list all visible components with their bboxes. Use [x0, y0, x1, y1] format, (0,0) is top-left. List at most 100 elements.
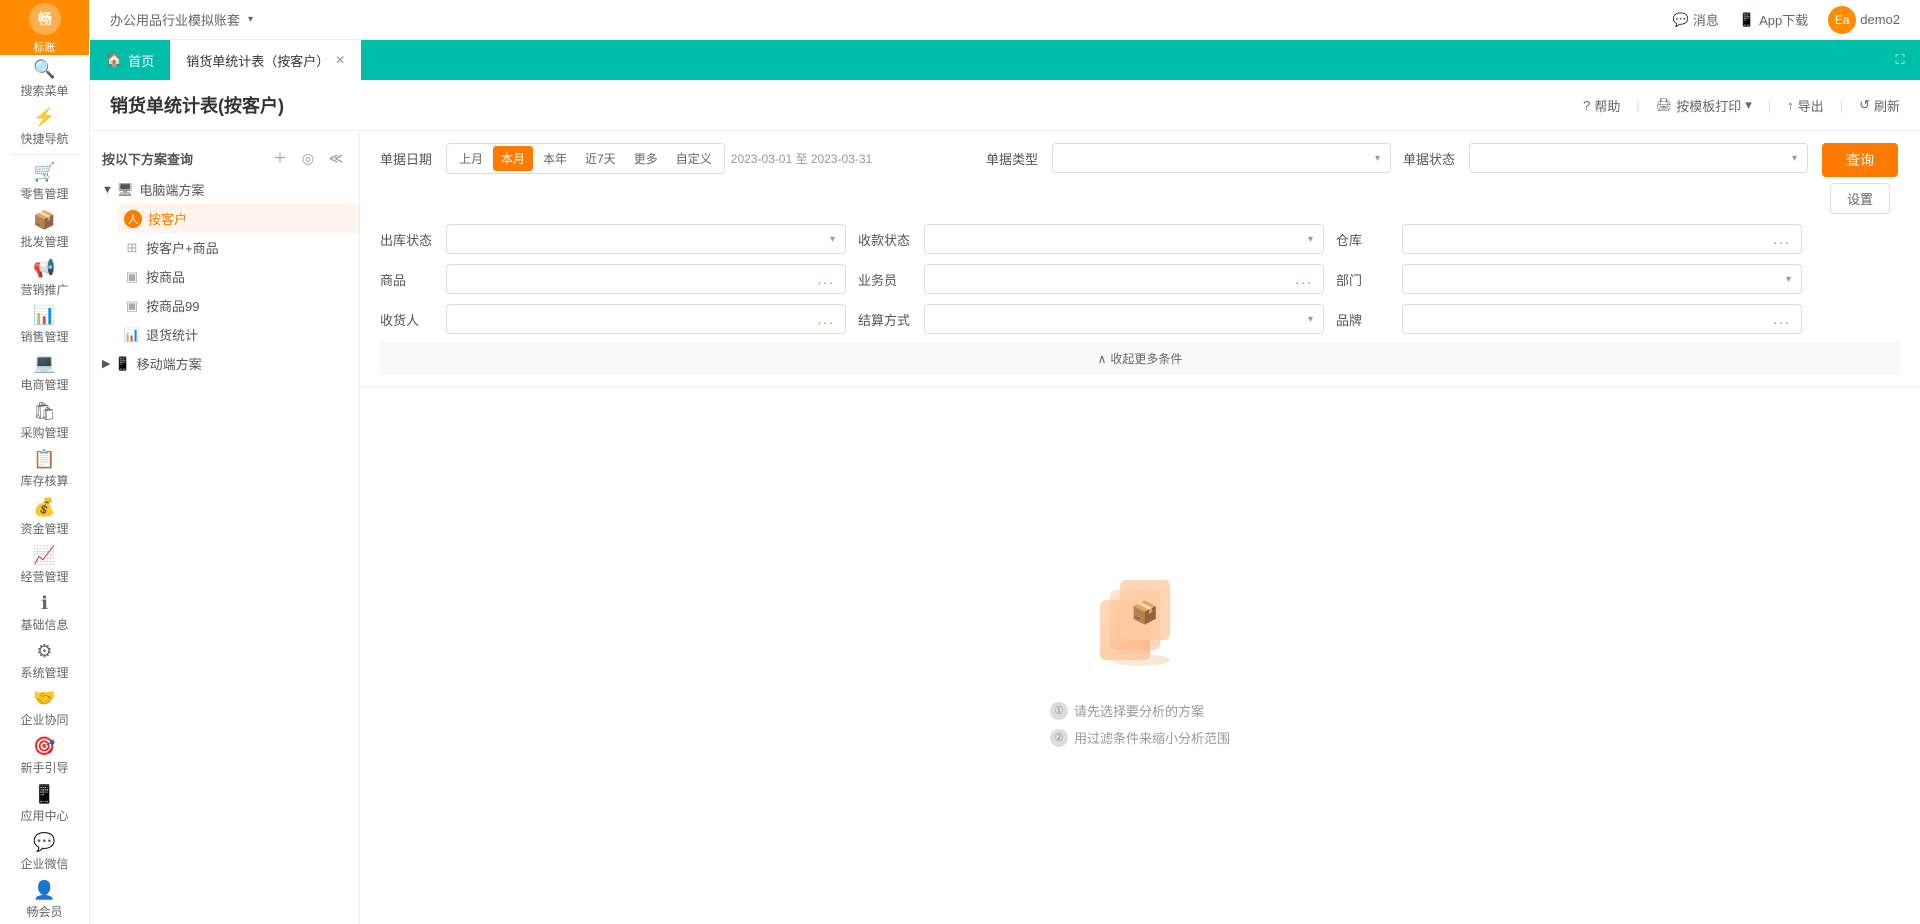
sidebar-item-new-guide[interactable]: 🎯 新手引导	[0, 732, 90, 780]
recipient-input[interactable]: ...	[446, 304, 846, 334]
sidebar-label-member: 畅会员	[26, 903, 62, 920]
sidebar-item-marketing[interactable]: 📢 营销推广	[0, 254, 90, 302]
messages-btn[interactable]: 💬 消息	[1673, 10, 1719, 29]
scheme-by-goods[interactable]: ▣ 按商品	[118, 262, 359, 291]
help-btn[interactable]: ? 帮助	[1583, 96, 1620, 115]
scheme-return-stats-label: 退货统计	[146, 325, 198, 344]
warehouse-dots[interactable]: ...	[1773, 231, 1791, 247]
sidebar-item-system[interactable]: ⚙ 系统管理	[0, 637, 90, 685]
sidebar-label-finance: 资金管理	[20, 520, 68, 537]
sidebar-item-retail[interactable]: 🛒 零售管理	[0, 158, 90, 206]
template-print-label: 按模板打印	[1676, 96, 1741, 115]
warehouse-label: 仓库	[1336, 230, 1396, 249]
date-btn-last-month[interactable]: 上月	[451, 146, 491, 171]
tree-arrow-desktop: ▼	[102, 184, 113, 196]
sidebar-item-ecommerce[interactable]: 💻 电商管理	[0, 349, 90, 397]
department-chevron: ▾	[1786, 274, 1791, 285]
sidebar-item-operations[interactable]: 📈 经营管理	[0, 541, 90, 589]
salesperson-dots[interactable]: ...	[1295, 271, 1313, 287]
tab-close-btn[interactable]: ✕	[335, 53, 345, 67]
sidebar-label-new-guide: 新手引导	[20, 759, 68, 776]
collect-status-input[interactable]: ▾	[924, 224, 1324, 254]
goods-input[interactable]: ...	[446, 264, 846, 294]
empty-state: 📦 ① 请先选择要分析的方案 ② 用过滤条件来缩小分析范围	[360, 388, 1920, 924]
tree-node-mobile[interactable]: ▶ 📱 移动端方案	[90, 349, 359, 378]
sidebar-divider-1	[10, 154, 80, 155]
sidebar-item-quick-nav[interactable]: ⚡ 快捷导航	[0, 103, 90, 151]
sidebar-item-finance[interactable]: 💰 资金管理	[0, 493, 90, 541]
user-profile[interactable]: Ea demo2	[1828, 6, 1900, 34]
tree: ▼ 🖥 电脑端方案 人 按客户 ⊞ 按客户+商品	[90, 175, 359, 378]
brand-label: 品牌	[1336, 310, 1396, 329]
sidebar-item-search[interactable]: 🔍 搜索菜单	[0, 55, 90, 103]
tabbar: 🏠 首页 销货单统计表（按客户） ✕ ⛶	[90, 40, 1920, 80]
date-btn-custom[interactable]: 自定义	[668, 146, 720, 171]
export-btn[interactable]: ↑ 导出	[1787, 96, 1824, 115]
goods-dots[interactable]: ...	[817, 271, 835, 287]
help-icon: ?	[1583, 98, 1590, 113]
empty-hint-2: ② 用过滤条件来缩小分析范围	[1050, 728, 1230, 747]
query-button[interactable]: 查询	[1822, 143, 1898, 177]
scheme-by-customer[interactable]: 人 按客户	[118, 204, 359, 233]
sidebar-item-purchase[interactable]: 🛍 采购管理	[0, 397, 90, 445]
top-title-dropdown-icon[interactable]: ▾	[248, 14, 253, 25]
warehouse-input[interactable]: ...	[1402, 224, 1802, 254]
tab-home[interactable]: 🏠 首页	[90, 40, 170, 80]
salesperson-input[interactable]: ...	[924, 264, 1324, 294]
date-btn-last-7[interactable]: 近7天	[577, 146, 624, 171]
brand-dots[interactable]: ...	[1773, 311, 1791, 327]
add-scheme-btn[interactable]: ＋	[269, 147, 291, 169]
collapse-panel-btn[interactable]: ≪	[325, 147, 347, 169]
right-panel: 单据日期 上月 本月 本年 近7天 更多 自定义 2023-03-01 至 20…	[360, 131, 1920, 924]
collapse-filters-btn[interactable]: ∧ 收起更多条件	[380, 342, 1900, 375]
logo-text: 标账	[34, 39, 56, 55]
sidebar-item-sales[interactable]: 📊 销售管理	[0, 302, 90, 350]
sidebar-item-enterprise-wechat[interactable]: 💬 企业微信	[0, 828, 90, 876]
tree-arrow-mobile: ▶	[102, 357, 110, 370]
sidebar-item-enterprise[interactable]: 🤝 企业协同	[0, 685, 90, 733]
template-print-btn[interactable]: 🖨 按模板打印 ▾	[1656, 96, 1752, 115]
left-panel-title: 按以下方案查询	[102, 149, 193, 168]
doc-status-chevron: ▾	[1792, 153, 1797, 164]
sidebar-item-wholesale[interactable]: 📦 批发管理	[0, 206, 90, 254]
tab-sales-stats[interactable]: 销货单统计表（按客户） ✕	[170, 40, 361, 80]
empty-hint-2-text: 用过滤条件来缩小分析范围	[1074, 728, 1230, 747]
enterprise-wechat-icon: 💬	[33, 832, 55, 853]
refresh-btn[interactable]: ↺ 刷新	[1859, 96, 1900, 115]
sidebar-item-inventory[interactable]: 📋 库存核算	[0, 445, 90, 493]
settings-button[interactable]: 设置	[1830, 183, 1890, 214]
date-btn-this-month[interactable]: 本月	[493, 146, 533, 171]
collect-status-chevron: ▾	[1308, 234, 1313, 245]
tree-label-desktop: 电脑端方案	[139, 180, 204, 199]
app-download-btn[interactable]: 📱 App下载	[1739, 10, 1808, 29]
date-btn-more[interactable]: 更多	[626, 146, 666, 171]
brand-input[interactable]: ...	[1402, 304, 1802, 334]
sidebar-label-sales: 销售管理	[20, 328, 68, 345]
app-download-label: App下载	[1759, 10, 1808, 29]
doc-status-input[interactable]: ▾	[1469, 143, 1808, 173]
department-input[interactable]: ▾	[1402, 264, 1802, 294]
out-status-input[interactable]: ▾	[446, 224, 846, 254]
payment-method-input[interactable]: ▾	[924, 304, 1324, 334]
empty-hint-1: ① 请先选择要分析的方案	[1050, 701, 1230, 720]
scheme-by-customer-goods[interactable]: ⊞ 按客户+商品	[118, 233, 359, 262]
finance-icon: 💰	[33, 497, 55, 518]
scheme-return-stats[interactable]: 📊 退货统计	[118, 320, 359, 349]
date-label: 单据日期	[380, 149, 440, 168]
date-range: 2023-03-01 至 2023-03-31	[731, 150, 872, 167]
scheme-by-goods-99[interactable]: ▣ 按商品99	[118, 291, 359, 320]
sidebar-item-basic-info[interactable]: ℹ 基础信息	[0, 589, 90, 637]
hint-num-2: ②	[1050, 729, 1068, 747]
tree-node-desktop[interactable]: ▼ 🖥 电脑端方案	[90, 175, 359, 204]
recipient-dots[interactable]: ...	[817, 311, 835, 327]
tab-expand-btn[interactable]: ⛶	[1880, 40, 1920, 80]
main-area: 办公用品行业模拟账套 ▾ 💬 消息 📱 App下载 Ea demo2 🏠 首页	[90, 0, 1920, 924]
date-btn-this-year[interactable]: 本年	[535, 146, 575, 171]
by-customer-goods-icon: ⊞	[124, 240, 140, 256]
sidebar-item-member[interactable]: 👤 畅会员	[0, 876, 90, 924]
doc-type-input[interactable]: ▾	[1052, 143, 1391, 173]
sidebar-item-app-center[interactable]: 📱 应用中心	[0, 780, 90, 828]
refresh-icon: ↺	[1859, 97, 1870, 113]
wholesale-icon: 📦	[33, 210, 55, 231]
edit-scheme-btn[interactable]: ◎	[297, 147, 319, 169]
